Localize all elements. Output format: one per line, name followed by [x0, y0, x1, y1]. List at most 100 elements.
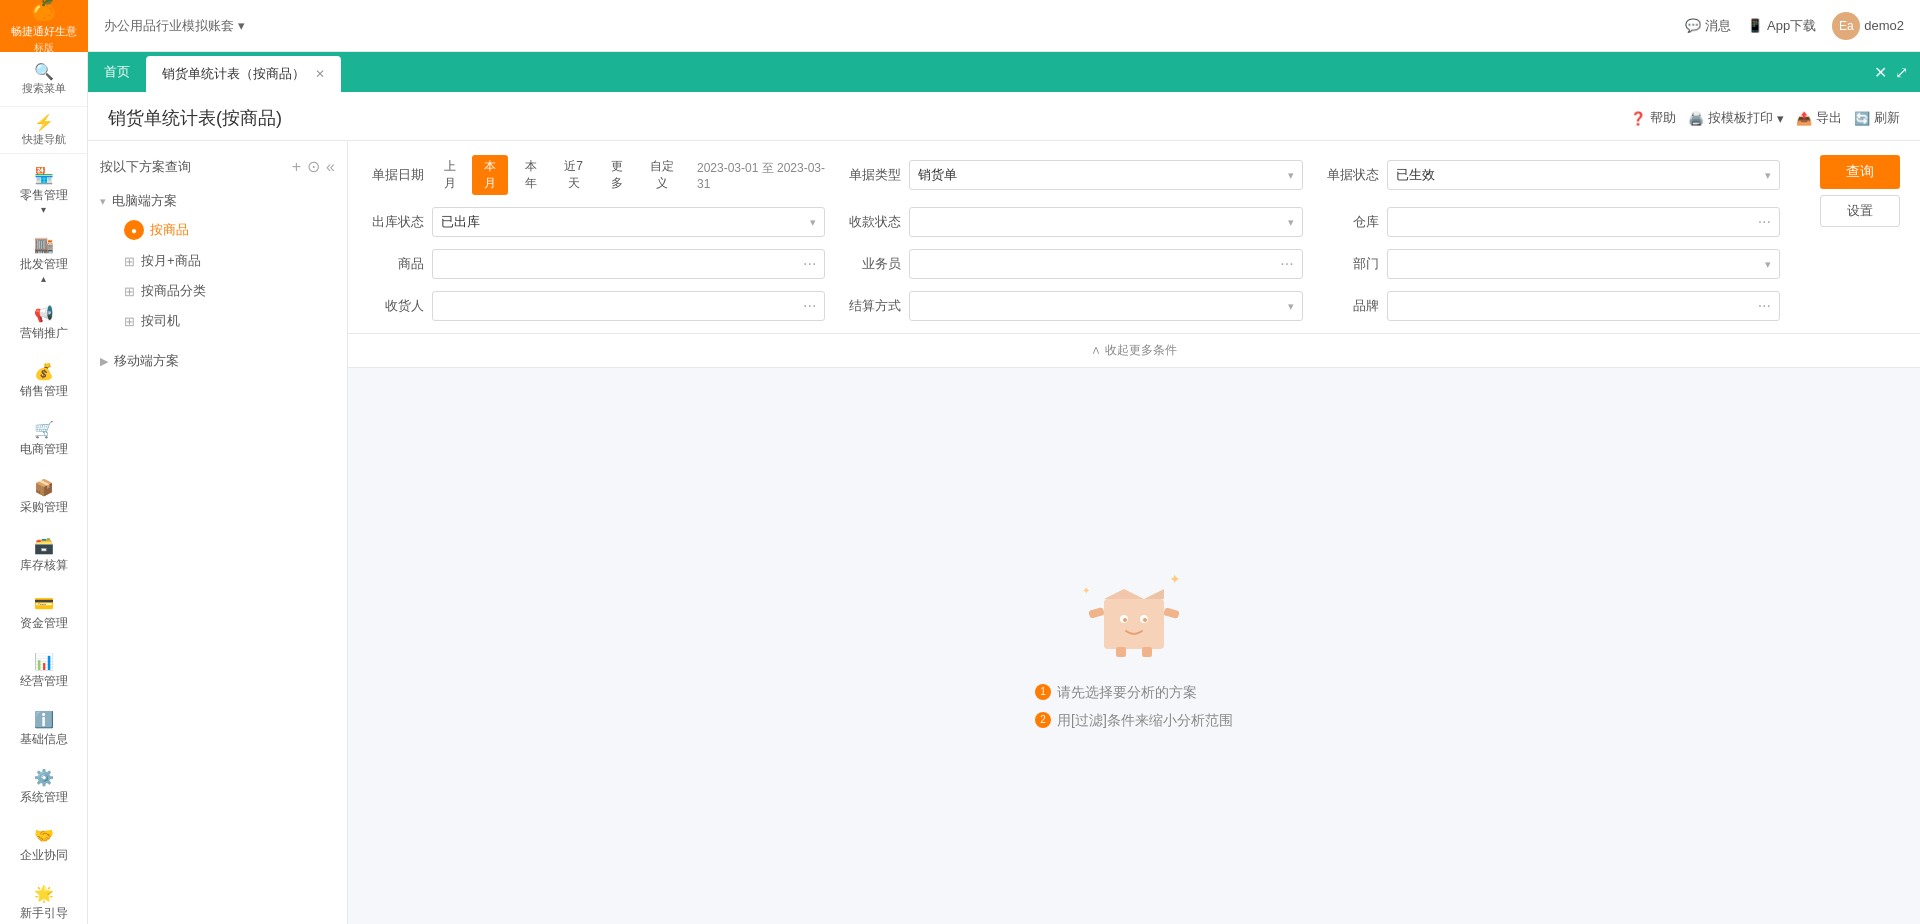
page-actions: ❓ 帮助 🖨️ 按模板打印 ▾ 📤 导出 🔄 刷新 — [1630, 109, 1900, 127]
sidebar-item-marketing[interactable]: 📢 营销推广 — [0, 292, 87, 350]
svg-rect-0 — [1104, 599, 1164, 649]
goods-label: 商品 — [368, 255, 424, 273]
collapse-bar[interactable]: ∧ 收起更多条件 — [348, 334, 1920, 368]
salesperson-input[interactable]: ··· — [909, 249, 1302, 279]
query-button[interactable]: 查询 — [1820, 155, 1900, 189]
sidebar-item-finance[interactable]: 💳 资金管理 — [0, 582, 87, 640]
tab-close-window-icon[interactable]: ✕ — [1874, 63, 1887, 82]
sidebar-item-enterprise[interactable]: 🤝 企业协同 — [0, 814, 87, 872]
scheme-category-mobile-header[interactable]: ▶ 移动端方案 — [100, 348, 335, 374]
tab-home-label: 首页 — [104, 63, 130, 81]
wholesale-arrow: ▴ — [4, 273, 83, 284]
refresh-btn[interactable]: 🔄 刷新 — [1854, 109, 1900, 127]
scheme-panel-title: 按以下方案查询 — [100, 158, 191, 176]
tab-restore-icon[interactable]: ⤢ — [1895, 63, 1908, 82]
sidebar-item-system[interactable]: ⚙️ 系统管理 — [0, 756, 87, 814]
brand-dots: ··· — [1758, 297, 1771, 315]
svg-text:✦: ✦ — [1169, 571, 1181, 587]
shortcut-7days[interactable]: 近7天 — [553, 155, 595, 195]
company-selector[interactable]: 办公用品行业模拟账套 ▾ — [104, 17, 245, 35]
warehouse-input[interactable]: ··· — [1387, 207, 1780, 237]
export-btn[interactable]: 📤 导出 — [1796, 109, 1842, 127]
sidebar-logo[interactable]: 🍊 畅捷通好生意 标版 — [0, 0, 88, 52]
sidebar-item-guide[interactable]: 🌟 新手引导 — [0, 872, 87, 924]
outstatus-selector[interactable]: 已出库 ▾ — [432, 207, 825, 237]
sidebar-item-purchase[interactable]: 📦 采购管理 — [0, 466, 87, 524]
settle-selector[interactable]: ▾ — [909, 291, 1302, 321]
print-btn[interactable]: 🖨️ 按模板打印 ▾ — [1688, 109, 1784, 127]
filter-row-2: 出库状态 已出库 ▾ 收款状态 ▾ — [368, 207, 1780, 237]
doctype-label: 单据类型 — [845, 166, 901, 184]
settings-button[interactable]: 设置 — [1820, 195, 1900, 227]
empty-tip-2: 2 用[过滤]条件来缩小分析范围 — [1035, 706, 1233, 734]
sidebar-item-ecommerce[interactable]: 🛒 电商管理 — [0, 408, 87, 466]
sidebar-item-sales[interactable]: 💰 销售管理 — [0, 350, 87, 408]
brand-input[interactable]: ··· — [1387, 291, 1780, 321]
app-download-btn[interactable]: 📱 App下载 — [1747, 17, 1816, 35]
tab-sales-stat[interactable]: 销货单统计表（按商品） ✕ — [146, 56, 341, 92]
scheme-item-by-driver[interactable]: ⊞ 按司机 — [100, 306, 335, 336]
scheme-item-by-goods[interactable]: ● 按商品 — [100, 214, 335, 246]
sidebar-quick-nav[interactable]: ⚡ 快捷导航 — [0, 107, 87, 154]
svg-rect-5 — [1116, 647, 1126, 657]
shortcut-last-month[interactable]: 上月 — [432, 155, 468, 195]
data-area: ✦ ✦ 1 请先选择要分析的方案 2 用[过滤]条件来缩小分析范围 — [348, 368, 1920, 924]
doctype-value: 销货单 — [918, 166, 957, 184]
scheme-item-label-goods: 按商品 — [150, 221, 189, 239]
search-label: 搜索菜单 — [8, 81, 79, 96]
collapse-label: ∧ 收起更多条件 — [1091, 343, 1176, 357]
scheme-add-btn[interactable]: + — [292, 158, 301, 176]
scheme-collapse-btn[interactable]: « — [326, 158, 335, 176]
logo-text: 畅捷通好生意 — [11, 24, 77, 39]
scheme-item-by-category[interactable]: ⊞ 按商品分类 — [100, 276, 335, 306]
collectstatus-selector[interactable]: ▾ — [909, 207, 1302, 237]
help-btn[interactable]: ❓ 帮助 — [1630, 109, 1676, 127]
recipient-input[interactable]: ··· — [432, 291, 825, 321]
outstatus-label: 出库状态 — [368, 213, 424, 231]
salesperson-label: 业务员 — [845, 255, 901, 273]
sidebar-search[interactable]: 🔍 搜索菜单 — [0, 52, 87, 107]
scheme-category-pc-header[interactable]: ▾ 电脑端方案 — [100, 188, 335, 214]
sidebar-item-operation[interactable]: 📊 经营管理 — [0, 640, 87, 698]
dept-selector[interactable]: ▾ — [1387, 249, 1780, 279]
svg-rect-7 — [1088, 607, 1105, 619]
operation-icon: 📊 — [4, 652, 83, 671]
scheme-category-pc: ▾ 电脑端方案 ● 按商品 ⊞ 按月+商品 ⊞ 按商品分类 — [88, 182, 347, 342]
filter-field-doctype: 单据类型 销货单 ▾ — [845, 160, 1302, 190]
scheme-settings-btn[interactable]: ⊙ — [307, 157, 320, 176]
shortcut-more[interactable]: 更多 — [598, 155, 634, 195]
shortcut-this-month[interactable]: 本月 — [472, 155, 508, 195]
scheme-driver-icon: ⊞ — [124, 314, 135, 329]
tip-num-1: 1 — [1035, 684, 1051, 700]
scheme-mobile-arrow: ▶ — [100, 355, 108, 368]
docstatus-selector[interactable]: 已生效 ▾ — [1387, 160, 1780, 190]
refresh-icon: 🔄 — [1854, 111, 1870, 126]
message-btn[interactable]: 💬 消息 — [1685, 17, 1731, 35]
tabbar: 首页 销货单统计表（按商品） ✕ ✕ ⤢ — [88, 52, 1920, 92]
svg-point-3 — [1123, 618, 1127, 622]
tab-home[interactable]: 首页 — [88, 52, 146, 92]
tip-text-1: 请先选择要分析的方案 — [1057, 678, 1197, 706]
collectstatus-arrow: ▾ — [1288, 216, 1294, 229]
sidebar-item-basic[interactable]: ℹ️ 基础信息 — [0, 698, 87, 756]
sidebar-item-wholesale[interactable]: 🏬 批发管理 ▴ — [0, 223, 87, 292]
inventory-icon: 🗃️ — [4, 536, 83, 555]
avatar: Ea — [1832, 12, 1860, 40]
query-section: 查询 设置 — [1800, 141, 1920, 333]
filter-field-collectstatus: 收款状态 ▾ — [845, 207, 1302, 237]
refresh-label: 刷新 — [1874, 109, 1900, 127]
scheme-pc-arrow: ▾ — [100, 195, 106, 208]
sidebar-item-inventory[interactable]: 🗃️ 库存核算 — [0, 524, 87, 582]
shortcut-custom[interactable]: 自定义 — [639, 155, 685, 195]
wholesale-icon: 🏬 — [4, 235, 83, 254]
svg-rect-8 — [1163, 607, 1180, 619]
doctype-selector[interactable]: 销货单 ▾ — [909, 160, 1302, 190]
tab-close-icon[interactable]: ✕ — [315, 67, 325, 81]
page-content: 销货单统计表(按商品) ❓ 帮助 🖨️ 按模板打印 ▾ 📤 导出 🔄 刷新 — [88, 92, 1920, 924]
enterprise-icon: 🤝 — [4, 826, 83, 845]
user-profile[interactable]: Ea demo2 — [1832, 12, 1904, 40]
shortcut-this-year[interactable]: 本年 — [512, 155, 548, 195]
scheme-item-by-month-goods[interactable]: ⊞ 按月+商品 — [100, 246, 335, 276]
goods-input[interactable]: ··· — [432, 249, 825, 279]
sidebar-item-retail[interactable]: 🏪 零售管理 ▾ — [0, 154, 87, 223]
